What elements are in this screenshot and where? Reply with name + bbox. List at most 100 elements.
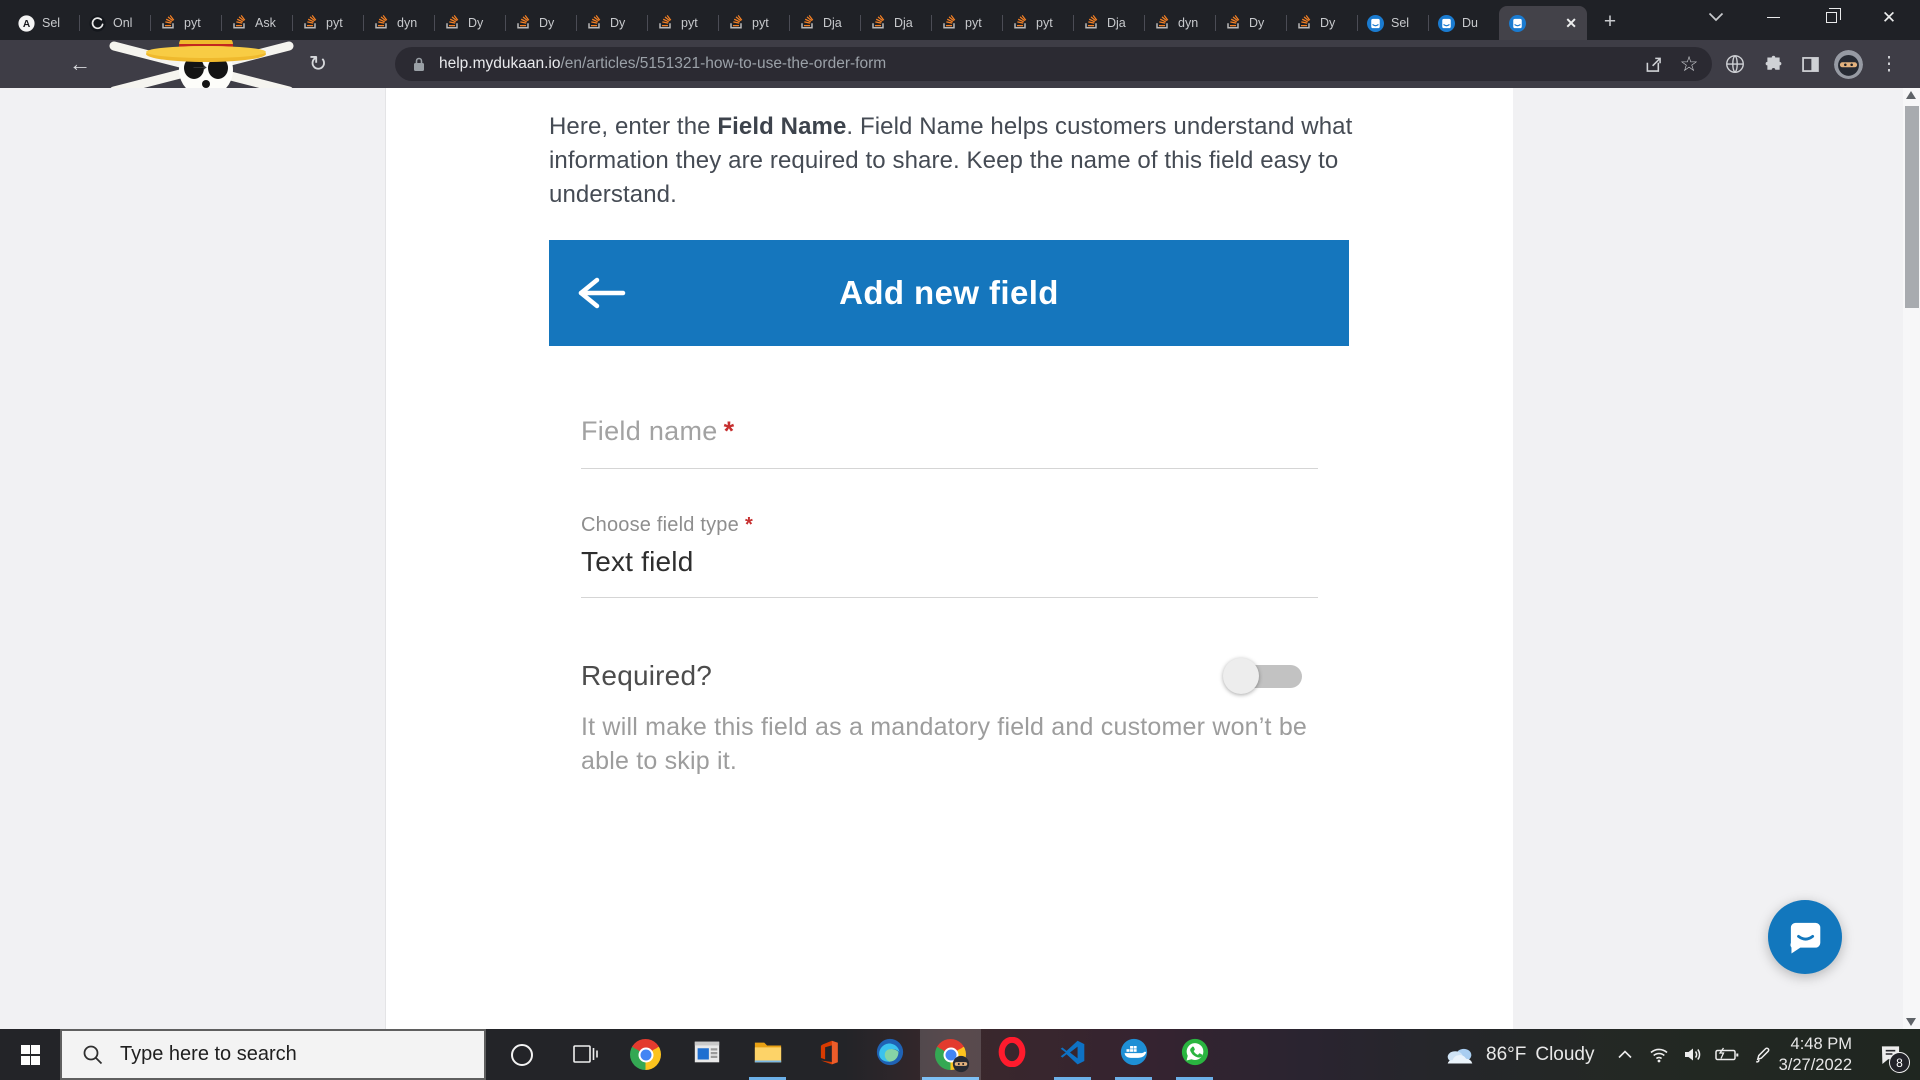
page-content: Here, enter the Field Name. Field Name h…	[0, 88, 1920, 1029]
tab[interactable]: pyt	[292, 6, 363, 40]
stackoverflow-favicon	[941, 14, 958, 32]
tab-close-icon[interactable]: ✕	[1565, 16, 1577, 30]
cloud-icon	[1447, 1048, 1473, 1063]
taskbar-app-vscode[interactable]	[1042, 1029, 1103, 1080]
task-view-button[interactable]	[566, 1039, 606, 1071]
tab[interactable]: Dy	[576, 6, 647, 40]
tab[interactable]: Dja	[860, 6, 931, 40]
tab[interactable]: pyt	[931, 6, 1002, 40]
weather-condition: Cloudy	[1535, 1043, 1595, 1065]
tab[interactable]: pyt	[647, 6, 718, 40]
tab-title: pyt	[681, 16, 698, 30]
tab[interactable]: Dy	[1286, 6, 1357, 40]
weather-widget[interactable]: 86°F Cloudy	[1443, 1029, 1595, 1080]
tab[interactable]: Dy	[505, 6, 576, 40]
profile-avatar[interactable]	[1831, 47, 1865, 81]
clock-date: 3/27/2022	[1778, 1055, 1852, 1074]
intercom-favicon	[1438, 14, 1455, 32]
required-asterisk: *	[723, 416, 735, 446]
paragraph-text: Here, enter the	[549, 113, 718, 140]
tab[interactable]: Dja	[1073, 6, 1144, 40]
tab[interactable]: Sel	[1357, 6, 1428, 40]
field-type-value[interactable]: Text field	[581, 546, 1349, 578]
back-button[interactable]: ←	[62, 46, 98, 82]
tab-title: Onl	[113, 16, 133, 30]
reload-button[interactable]: ↻	[300, 46, 336, 82]
weather-temp: 86°F	[1486, 1043, 1527, 1065]
required-asterisk: *	[744, 514, 753, 536]
globe-extension-icon[interactable]	[1718, 47, 1752, 81]
new-tab-button[interactable]: +	[1595, 7, 1625, 37]
required-toggle[interactable]	[1223, 658, 1302, 694]
tab[interactable]: Dy	[434, 6, 505, 40]
tab[interactable]: pyt	[150, 6, 221, 40]
tab-active[interactable]: ✕	[1499, 6, 1587, 40]
windows-logo-icon	[20, 1045, 41, 1065]
bookmark-star-icon[interactable]: ☆	[1672, 47, 1706, 81]
tab-title: Dy	[610, 16, 626, 30]
field-name-input[interactable]: Field name *	[581, 416, 1349, 447]
page-scrollbar[interactable]	[1903, 88, 1920, 1029]
scrollbar-thumb[interactable]	[1904, 106, 1919, 308]
task-view-icon	[573, 1045, 598, 1063]
window-close-button[interactable]: ✕	[1860, 0, 1918, 34]
tab[interactable]: pyt	[1002, 6, 1073, 40]
tab[interactable]: Dy	[1215, 6, 1286, 40]
scroll-down-arrow-icon[interactable]	[1906, 1018, 1916, 1026]
taskbar-app-chrome-profile[interactable]	[920, 1029, 981, 1080]
taskbar-app-edge[interactable]	[859, 1029, 920, 1080]
taskbar-search-input[interactable]: Type here to search	[60, 1029, 486, 1080]
tab-title: Dja	[1107, 16, 1126, 30]
tab-title: Sel	[42, 16, 61, 30]
taskbar-app-file-explorer[interactable]	[737, 1029, 798, 1080]
stackoverflow-favicon	[160, 14, 177, 32]
taskbar-app-office[interactable]	[798, 1029, 859, 1080]
windows-taskbar: Type here to search 86°F Cloudy 4:48 PM …	[0, 1029, 1920, 1080]
taskbar-app-opera[interactable]	[981, 1029, 1042, 1080]
address-bar[interactable]: help.mydukaan.io/en/articles/5151321-how…	[395, 47, 1712, 81]
forward-button[interactable]: →	[182, 46, 218, 82]
taskbar-clock[interactable]: 4:48 PM 3/27/2022	[1766, 1034, 1852, 1075]
notification-center-button[interactable]: 8	[1866, 1029, 1914, 1080]
battery-icon[interactable]	[1710, 1029, 1744, 1080]
office-icon	[815, 1039, 842, 1071]
minimize-icon	[1766, 16, 1780, 18]
stackoverflow-favicon	[373, 14, 390, 32]
scroll-up-arrow-icon[interactable]	[1906, 91, 1916, 99]
tab[interactable]: A Sel	[8, 6, 79, 40]
taskbar-app-docker[interactable]	[1103, 1029, 1164, 1080]
stackoverflow-favicon	[1083, 14, 1100, 32]
window-minimize-button[interactable]	[1744, 0, 1802, 34]
required-label: Required?	[581, 660, 712, 691]
tab[interactable]: Dja	[789, 6, 860, 40]
docker-icon	[1119, 1037, 1149, 1072]
tab[interactable]: dyn	[1144, 6, 1215, 40]
tray-chevron-up-icon[interactable]	[1612, 1029, 1638, 1080]
volume-icon[interactable]	[1678, 1029, 1708, 1080]
tab[interactable]: pyt	[718, 6, 789, 40]
tab[interactable]: Du	[1428, 6, 1499, 40]
wifi-icon[interactable]	[1644, 1029, 1674, 1080]
cortana-icon	[511, 1044, 533, 1066]
window-app-icon	[692, 1037, 722, 1072]
taskbar-app-chrome[interactable]	[615, 1029, 676, 1080]
stackoverflow-favicon	[1154, 14, 1171, 32]
window-restore-button[interactable]	[1802, 0, 1860, 34]
browser-menu-icon[interactable]: ⋮	[1872, 47, 1906, 81]
side-panel-icon[interactable]	[1793, 47, 1827, 81]
share-icon[interactable]	[1636, 47, 1670, 81]
extensions-puzzle-icon[interactable]	[1756, 47, 1790, 81]
toggle-knob	[1223, 658, 1259, 694]
taskbar-app-whatsapp[interactable]	[1164, 1029, 1225, 1080]
tab-title: pyt	[965, 16, 982, 30]
cortana-button[interactable]	[506, 1039, 538, 1071]
tab[interactable]: Onl	[79, 6, 150, 40]
taskbar-app-window-app[interactable]	[676, 1029, 737, 1080]
page-left-margin	[0, 88, 386, 1029]
tab[interactable]: Ask	[221, 6, 292, 40]
start-button[interactable]	[0, 1029, 60, 1080]
tab[interactable]: dyn	[363, 6, 434, 40]
intercom-chat-launcher[interactable]	[1768, 900, 1842, 974]
page-right-margin	[1513, 88, 1903, 1029]
tab-search-chevron-icon[interactable]	[1708, 12, 1724, 22]
